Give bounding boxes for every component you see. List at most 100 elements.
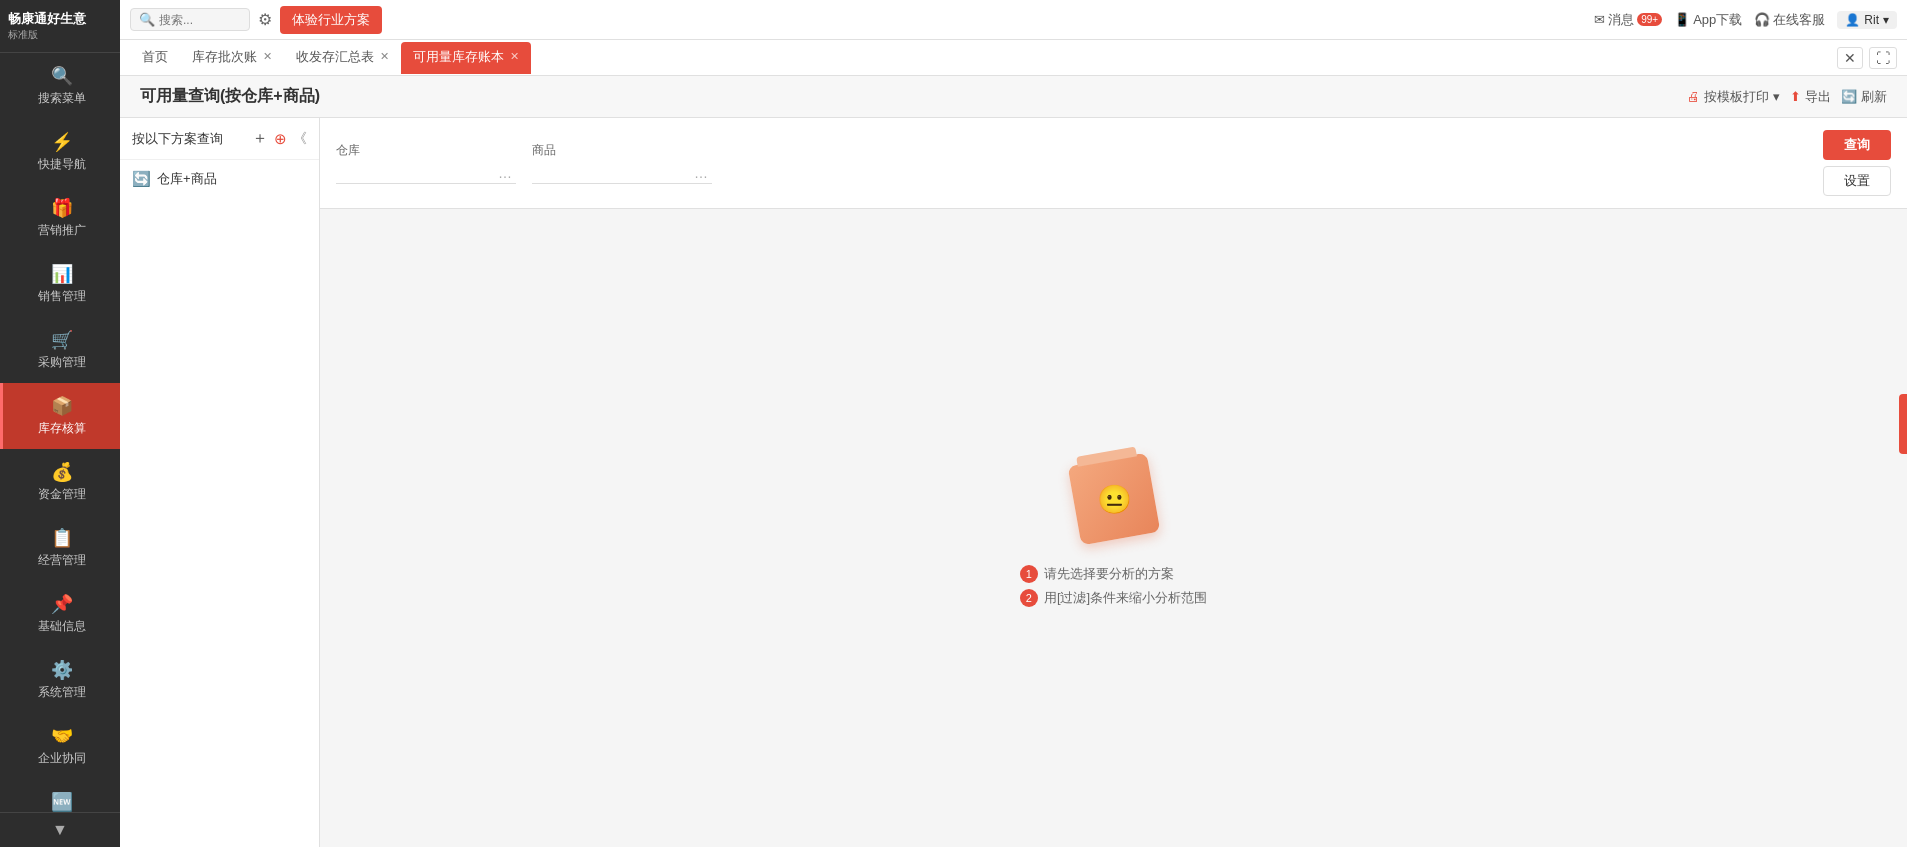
sidebar: 畅康通好生意 标准版 🔍 搜索菜单 ⚡ 快捷导航 🎁 营销推广 📊 销售管理 🛒… (0, 0, 120, 847)
query-bar: 仓库 … 商品 … 查询 设置 (320, 118, 1907, 209)
filter-header: 按以下方案查询 ＋ ⊕ 《 (120, 118, 319, 160)
tab-label: 首页 (142, 48, 168, 66)
goods-input[interactable] (536, 166, 676, 180)
sidebar-item-label: 基础信息 (38, 618, 86, 635)
sidebar-item-operation[interactable]: 📋 经营管理 (0, 515, 120, 581)
sidebar-item-label: 资金管理 (38, 486, 86, 503)
main-area: 🔍 ⚙ 体验行业方案 ✉ 消息 99+ 📱 App下载 🎧 在线客服 👤 Rit (120, 0, 1907, 847)
export-label: 导出 (1805, 88, 1831, 106)
app-download-button[interactable]: 📱 App下载 (1674, 11, 1742, 29)
refresh-label: 刷新 (1861, 88, 1887, 106)
goods-field: 商品 … (532, 142, 712, 184)
message-icon: ✉ (1594, 12, 1605, 27)
trial-button[interactable]: 体验行业方案 (280, 6, 382, 34)
settings-button[interactable]: 设置 (1823, 166, 1891, 196)
warehouse-input-wrapper[interactable]: … (336, 163, 516, 184)
empty-tip-2-text: 用[过滤]条件来缩小分析范围 (1044, 589, 1207, 607)
add-filter-icon[interactable]: ＋ (252, 128, 268, 149)
cooperation-icon: 🤝 (51, 725, 73, 747)
message-button[interactable]: ✉ 消息 99+ (1594, 11, 1662, 29)
tabs-close-button[interactable]: ✕ (1837, 47, 1863, 69)
empty-tips: 1 请先选择要分析的方案 2 用[过滤]条件来缩小分析范围 (1020, 565, 1207, 607)
sidebar-item-search[interactable]: 🔍 搜索菜单 (0, 53, 120, 119)
content-area: 按以下方案查询 ＋ ⊕ 《 🔄 仓库+商品 仓库 … (120, 118, 1907, 847)
empty-box: 😐 (1067, 453, 1160, 546)
refresh-button[interactable]: 🔄 刷新 (1841, 88, 1887, 106)
warehouse-more-icon[interactable]: … (498, 165, 512, 181)
export-icon: ⬆ (1790, 89, 1801, 104)
sidebar-item-sales[interactable]: 📊 销售管理 (0, 251, 120, 317)
sidebar-nav: 🔍 搜索菜单 ⚡ 快捷导航 🎁 营销推广 📊 销售管理 🛒 采购管理 📦 库存核… (0, 53, 120, 812)
search-icon: 🔍 (139, 12, 155, 27)
sidebar-item-cooperation[interactable]: 🤝 企业协同 (0, 713, 120, 779)
tab-close-icon[interactable]: ✕ (380, 50, 389, 63)
right-edge-handle[interactable] (1899, 394, 1907, 454)
goods-more-icon[interactable]: … (694, 165, 708, 181)
empty-tip-2: 2 用[过滤]条件来缩小分析范围 (1020, 589, 1207, 607)
goods-input-wrapper[interactable]: … (532, 163, 712, 184)
filter-collapse-icon[interactable]: 《 (293, 130, 307, 148)
topbar-search-box[interactable]: 🔍 (130, 8, 250, 31)
tab-summary[interactable]: 收发存汇总表 ✕ (284, 42, 401, 74)
sidebar-item-system[interactable]: ⚙️ 系统管理 (0, 647, 120, 713)
user-avatar: 👤 (1845, 13, 1860, 27)
sidebar-item-newbie[interactable]: 🆕 新手引导 (0, 779, 120, 812)
tab-close-icon[interactable]: ✕ (263, 50, 272, 63)
tabs-fullscreen-button[interactable]: ⛶ (1869, 47, 1897, 69)
tab-batch[interactable]: 库存批次账 ✕ (180, 42, 284, 74)
sidebar-item-basic[interactable]: 📌 基础信息 (0, 581, 120, 647)
settings-icon[interactable]: ⚙ (258, 10, 272, 29)
sidebar-item-inventory[interactable]: 📦 库存核算 (0, 383, 120, 449)
chevron-down-icon: ▾ (1883, 13, 1889, 27)
query-area: 仓库 … 商品 … 查询 设置 (320, 118, 1907, 847)
online-service-button[interactable]: 🎧 在线客服 (1754, 11, 1825, 29)
tab-close-icon[interactable]: ✕ (510, 50, 519, 63)
sidebar-item-label: 快捷导航 (38, 156, 86, 173)
search-input[interactable] (159, 13, 239, 27)
app-tag: 标准版 (8, 28, 38, 42)
sidebar-logo: 畅康通好生意 标准版 (0, 0, 120, 53)
newbie-icon: 🆕 (51, 791, 73, 812)
sales-icon: 📊 (51, 263, 73, 285)
sidebar-bottom: ▼ (0, 812, 120, 847)
user-menu[interactable]: 👤 Rit ▾ (1837, 11, 1897, 29)
tabs-controls: ✕ ⛶ (1837, 47, 1897, 69)
query-actions: 查询 设置 (1823, 130, 1891, 196)
sidebar-item-label: 库存核算 (38, 420, 86, 437)
sidebar-item-purchase[interactable]: 🛒 采购管理 (0, 317, 120, 383)
page-header: 可用量查询(按仓库+商品) 🖨 按模板打印 ▾ ⬆ 导出 🔄 刷新 (120, 76, 1907, 118)
tab-label: 收发存汇总表 (296, 48, 374, 66)
message-badge: 99+ (1637, 13, 1662, 26)
warehouse-input[interactable] (340, 166, 480, 180)
tab-home[interactable]: 首页 (130, 42, 180, 74)
empty-illustration: 😐 (1064, 449, 1164, 549)
tab-available[interactable]: 可用量库存账本 ✕ (401, 42, 531, 74)
empty-tip-1: 1 请先选择要分析的方案 (1020, 565, 1207, 583)
filter-item-warehouse-goods[interactable]: 🔄 仓库+商品 (120, 160, 319, 198)
app-download-label: App下载 (1693, 11, 1742, 29)
sidebar-item-label: 企业协同 (38, 750, 86, 767)
download-icon: 📱 (1674, 12, 1690, 27)
shortcut-icon: ⚡ (51, 131, 73, 153)
message-label: 消息 (1608, 11, 1634, 29)
sidebar-item-label: 搜索菜单 (38, 90, 86, 107)
system-icon: ⚙️ (51, 659, 73, 681)
sidebar-item-marketing[interactable]: 🎁 营销推广 (0, 185, 120, 251)
app-name: 畅康通好生意 (8, 10, 86, 28)
sidebar-item-label: 销售管理 (38, 288, 86, 305)
operation-icon: 📋 (51, 527, 73, 549)
filter-item-label: 仓库+商品 (157, 170, 217, 188)
filter-settings-icon[interactable]: ⊕ (274, 130, 287, 148)
sidebar-collapse-arrow[interactable]: ▼ (52, 821, 68, 839)
sidebar-item-shortcut[interactable]: ⚡ 快捷导航 (0, 119, 120, 185)
goods-label: 商品 (532, 142, 712, 159)
print-label: 按模板打印 (1704, 88, 1769, 106)
search-icon: 🔍 (51, 65, 73, 87)
sidebar-item-finance[interactable]: 💰 资金管理 (0, 449, 120, 515)
chevron-down-icon: ▾ (1773, 89, 1780, 104)
print-button[interactable]: 🖨 按模板打印 ▾ (1687, 88, 1780, 106)
print-icon: 🖨 (1687, 89, 1700, 104)
export-button[interactable]: ⬆ 导出 (1790, 88, 1831, 106)
sidebar-item-label: 系统管理 (38, 684, 86, 701)
query-button[interactable]: 查询 (1823, 130, 1891, 160)
